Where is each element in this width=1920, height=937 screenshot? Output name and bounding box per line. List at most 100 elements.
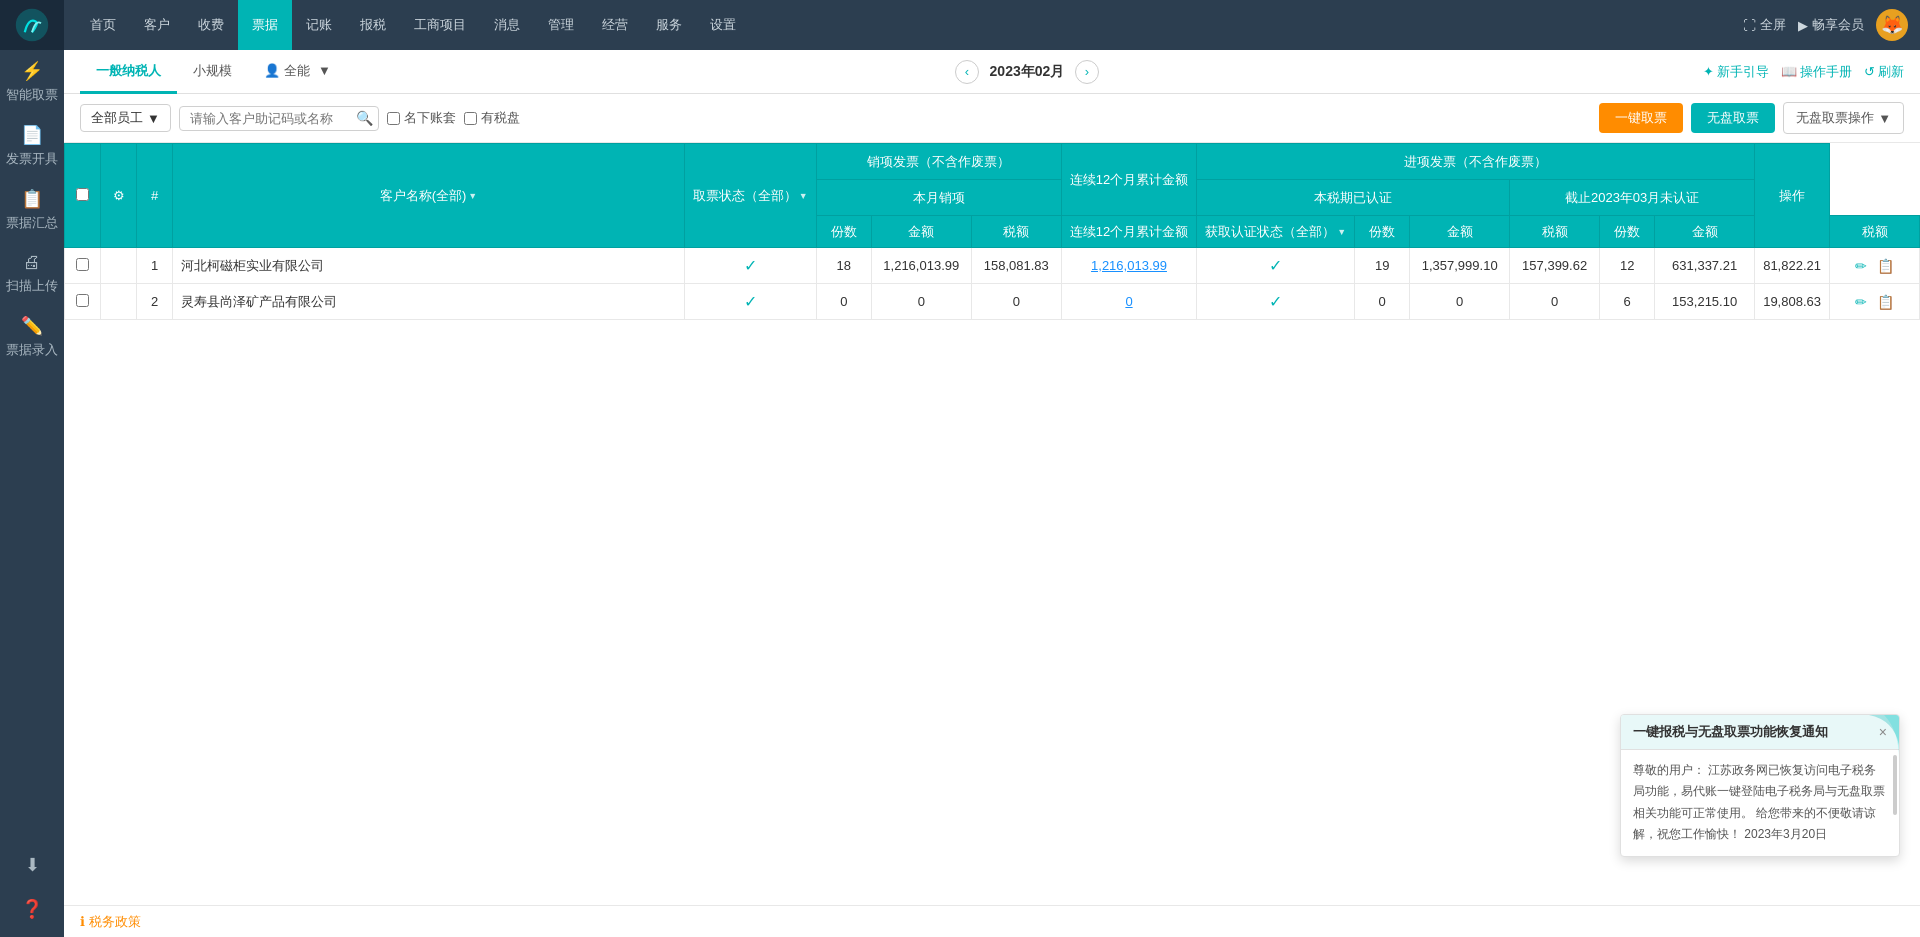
th-uncert-amount: 金额: [1655, 216, 1755, 248]
select-all-checkbox[interactable]: [76, 188, 89, 201]
nav-service[interactable]: 服务: [642, 0, 696, 50]
tab-general[interactable]: 一般纳税人: [80, 50, 177, 94]
nav-business[interactable]: 工商项目: [400, 0, 480, 50]
edit-icon-1[interactable]: ✏: [1855, 294, 1867, 310]
tax-disk-checkbox[interactable]: [464, 112, 477, 125]
sidebar-item-issue-invoice[interactable]: 📄 发票开具: [0, 114, 64, 178]
month-nav: ‹ 2023年02月 ›: [955, 60, 1099, 84]
row-settings-0: [101, 248, 137, 284]
month-prev-btn[interactable]: ‹: [955, 60, 979, 84]
row-cumulative-0[interactable]: 1,216,013.99: [1061, 248, 1196, 284]
view-icon-0[interactable]: 📋: [1877, 258, 1894, 274]
row-sales-amount-0: 1,216,013.99: [871, 248, 971, 284]
nav-customer[interactable]: 客户: [130, 0, 184, 50]
row-cumulative-1[interactable]: 0: [1061, 284, 1196, 320]
row-name-0: 河北柯磁柜实业有限公司: [173, 248, 685, 284]
nav-message[interactable]: 消息: [480, 0, 534, 50]
view-icon-1[interactable]: 📋: [1877, 294, 1894, 310]
tax-disk-filter[interactable]: 有税盘: [464, 109, 520, 127]
th-purchase-num: 份数: [1355, 216, 1410, 248]
nav-tax[interactable]: 报税: [346, 0, 400, 50]
nav-settings[interactable]: 设置: [696, 0, 750, 50]
manual-btn[interactable]: 📖 操作手册: [1781, 63, 1852, 81]
sidebar-item-label: 票据汇总: [6, 214, 58, 232]
row-uncert-num-0: 12: [1600, 248, 1655, 284]
nav-operations[interactable]: 经营: [588, 0, 642, 50]
row-fetch-status-0: ✓: [684, 248, 816, 284]
th-uncert-tax: 税额: [1830, 216, 1920, 248]
sidebar-item-smart-fetch[interactable]: ⚡ 智能取票: [0, 50, 64, 114]
new-guide-btn[interactable]: ✦ 新手引导: [1703, 63, 1769, 81]
scan-upload-icon: 🖨: [23, 252, 41, 273]
guide-icon: ✦: [1703, 64, 1714, 79]
th-action: 操作: [1755, 144, 1830, 248]
sidebar-item-invoice-summary[interactable]: 📋 票据汇总: [0, 178, 64, 242]
sidebar: ⚡ 智能取票 📄 发票开具 📋 票据汇总 🖨 扫描上传 ✏️ 票据录入 ⬇ ❓: [0, 0, 64, 937]
notification-scrollbar[interactable]: [1893, 755, 1897, 815]
sidebar-help-btn[interactable]: ❓: [0, 891, 64, 927]
no-disk-btn[interactable]: 无盘取票: [1691, 103, 1775, 133]
sidebar-item-scan-upload[interactable]: 🖨 扫描上传: [0, 242, 64, 305]
th-sales-tax: 税额: [971, 216, 1061, 248]
sidebar-item-data-entry[interactable]: ✏️ 票据录入: [0, 305, 64, 369]
member-icon: ▶: [1798, 18, 1808, 33]
nav-invoice[interactable]: 票据: [238, 0, 292, 50]
th-num: #: [137, 144, 173, 248]
nav-bookkeeping[interactable]: 记账: [292, 0, 346, 50]
data-entry-icon: ✏️: [21, 315, 43, 337]
issue-invoice-icon: 📄: [21, 124, 43, 146]
sidebar-download-btn[interactable]: ⬇: [0, 847, 64, 883]
row-purchase-amount-0: 1,357,999.10: [1410, 248, 1510, 284]
tab-general-label: 一般纳税人: [96, 62, 161, 80]
row-sales-tax-1: 0: [971, 284, 1061, 320]
notification-body: 尊敬的用户： 江苏政务网已恢复访问电子税务局功能，易代账一键登陆电子税务局与无盘…: [1621, 750, 1899, 856]
sub-account-checkbox[interactable]: [387, 112, 400, 125]
tab-all-more[interactable]: ▼: [314, 63, 335, 78]
one-click-btn[interactable]: 一键取票: [1599, 103, 1683, 133]
row-uncert-tax-0: 81,822.21: [1755, 248, 1830, 284]
th-cumulative: 连续12个月累计金额: [1061, 144, 1196, 216]
fullscreen-btn[interactable]: ⛶ 全屏: [1743, 16, 1786, 34]
tab-all[interactable]: 👤 全能 ▼: [248, 50, 351, 94]
ops-dropdown-icon: ▼: [1878, 111, 1891, 126]
avatar[interactable]: 🦊: [1876, 9, 1908, 41]
svg-point-0: [16, 9, 48, 41]
tab-all-label: 全能: [284, 62, 310, 80]
policy-label: 税务政策: [89, 913, 141, 931]
fetch-sort[interactable]: 取票状态（全部） ▼: [693, 187, 808, 205]
no-disk-ops-btn[interactable]: 无盘取票操作 ▼: [1783, 102, 1904, 134]
th-cert-status[interactable]: 获取认证状态（全部） ▼: [1197, 216, 1355, 248]
customer-sort[interactable]: 客户名称(全部) ▼: [380, 187, 478, 205]
month-next-btn[interactable]: ›: [1075, 60, 1099, 84]
th-customer-name[interactable]: 客户名称(全部) ▼: [173, 144, 685, 248]
row-uncert-amount-0: 631,337.21: [1655, 248, 1755, 284]
th-fetch-status[interactable]: 取票状态（全部） ▼: [684, 144, 816, 248]
row-checkbox-0[interactable]: [65, 248, 101, 284]
search-input[interactable]: [179, 106, 379, 131]
th-current-month-sales: 本月销项: [816, 180, 1061, 216]
notification-title: 一键报税与无盘取票功能恢复通知: [1633, 723, 1828, 741]
nav-home[interactable]: 首页: [76, 0, 130, 50]
refresh-btn[interactable]: ↺ 刷新: [1864, 63, 1904, 81]
notification-close-btn[interactable]: ×: [1879, 724, 1887, 740]
employee-filter-btn[interactable]: 全部员工 ▼: [80, 104, 171, 132]
row-action-1: ✏ 📋: [1830, 284, 1920, 320]
sidebar-item-label: 票据录入: [6, 341, 58, 359]
tax-policy-link[interactable]: ℹ 税务政策: [80, 913, 141, 931]
sidebar-logo: [0, 0, 64, 50]
row-checkbox-1[interactable]: [65, 284, 101, 320]
sub-account-filter[interactable]: 名下账套: [387, 109, 456, 127]
sidebar-item-label: 智能取票: [6, 86, 58, 104]
member-btn[interactable]: ▶ 畅享会员: [1798, 16, 1864, 34]
nav-billing[interactable]: 收费: [184, 0, 238, 50]
row-purchase-num-1: 0: [1355, 284, 1410, 320]
search-btn[interactable]: 🔍: [356, 110, 373, 126]
nav-manage[interactable]: 管理: [534, 0, 588, 50]
tabs-right-actions: ✦ 新手引导 📖 操作手册 ↺ 刷新: [1703, 63, 1904, 81]
edit-icon-0[interactable]: ✏: [1855, 258, 1867, 274]
tab-small[interactable]: 小规模: [177, 50, 248, 94]
cert-sort[interactable]: 获取认证状态（全部） ▼: [1205, 223, 1346, 241]
toolbar-right: 一键取票 无盘取票 无盘取票操作 ▼: [1599, 102, 1904, 134]
th-checkbox[interactable]: [65, 144, 101, 248]
manual-icon: 📖: [1781, 64, 1797, 79]
